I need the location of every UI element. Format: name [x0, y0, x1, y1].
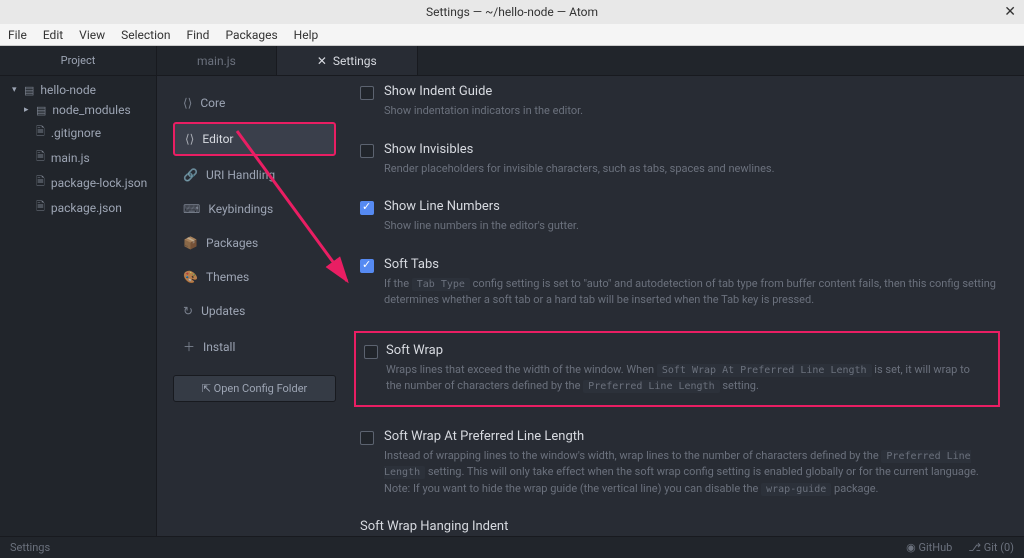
- plus-icon: ＋: [183, 338, 195, 355]
- nav-core[interactable]: ⟨⟩Core: [173, 88, 336, 118]
- project-header: Project: [0, 46, 156, 76]
- menu-file[interactable]: File: [8, 28, 27, 42]
- checkbox[interactable]: [360, 86, 374, 100]
- menu-edit[interactable]: Edit: [43, 28, 63, 42]
- chevron-down-icon: ▾: [12, 85, 20, 95]
- titlebar: Settings — ~/hello-node — Atom ✕: [0, 0, 1024, 24]
- paint-icon: 🎨: [183, 270, 198, 284]
- window-close-icon[interactable]: ✕: [1004, 4, 1016, 20]
- chevron-right-icon: ▸: [24, 105, 32, 115]
- menu-find[interactable]: Find: [187, 28, 210, 42]
- tab-settings[interactable]: ✕ Settings: [277, 46, 418, 75]
- settings-content[interactable]: Show Indent Guide Show indentation indic…: [352, 76, 1024, 536]
- tab-main-js[interactable]: main.js: [157, 46, 277, 75]
- tree-item[interactable]: 🗎 package.json: [0, 195, 156, 220]
- setting-show-indent-guide: Show Indent Guide Show indentation indic…: [360, 84, 1000, 120]
- github-icon: ◉: [906, 541, 918, 554]
- tab-bar: main.js ✕ Settings: [157, 46, 1024, 76]
- nav-updates[interactable]: ↻Updates: [173, 296, 336, 326]
- file-icon: 🗎: [36, 123, 45, 142]
- status-left: Settings: [10, 541, 50, 554]
- window-title: Settings — ~/hello-node — Atom: [426, 5, 598, 19]
- nav-uri-handling[interactable]: 🔗URI Handling: [173, 160, 336, 190]
- statusbar: Settings ◉ GitHub ⎇ Git (0): [0, 536, 1024, 558]
- tree-item[interactable]: ▸ ▤ node_modules: [0, 100, 156, 120]
- menu-view[interactable]: View: [79, 28, 105, 42]
- file-icon: 🗎: [36, 198, 45, 217]
- open-config-folder-button[interactable]: ⇱ Open Config Folder: [173, 375, 336, 402]
- file-icon: 🗎: [36, 148, 45, 167]
- status-git[interactable]: ⎇ Git (0): [968, 541, 1014, 554]
- checkbox[interactable]: [360, 259, 374, 273]
- settings-icon: ✕: [317, 54, 327, 68]
- menu-packages[interactable]: Packages: [225, 28, 277, 42]
- menu-help[interactable]: Help: [294, 28, 319, 42]
- nav-editor[interactable]: ⟨⟩Editor: [173, 122, 336, 156]
- git-branch-icon: ⎇: [968, 541, 983, 554]
- setting-soft-wrap-hanging-indent: Soft Wrap Hanging Indent When soft wrap …: [360, 519, 1000, 536]
- folder-icon: ▤: [24, 84, 34, 97]
- setting-soft-wrap: Soft Wrap Wraps lines that exceed the wi…: [354, 331, 1000, 407]
- package-icon: 📦: [183, 236, 198, 250]
- file-icon: 🗎: [36, 173, 45, 192]
- link-icon: 🔗: [183, 168, 198, 182]
- tree-item[interactable]: 🗎 .gitignore: [0, 120, 156, 145]
- tree-item[interactable]: 🗎 package-lock.json: [0, 170, 156, 195]
- refresh-icon: ↻: [183, 304, 193, 318]
- project-tree: Project ▾ ▤ hello-node ▸ ▤ node_modules …: [0, 46, 157, 536]
- setting-show-line-numbers: Show Line Numbers Show line numbers in t…: [360, 199, 1000, 235]
- nav-install[interactable]: ＋Install: [173, 330, 336, 363]
- keyboard-icon: ⌨: [183, 202, 200, 216]
- nav-keybindings[interactable]: ⌨Keybindings: [173, 194, 336, 224]
- checkbox[interactable]: [360, 201, 374, 215]
- setting-soft-wrap-at-preferred-line-length: Soft Wrap At Preferred Line Length Inste…: [360, 429, 1000, 498]
- folder-icon: ▤: [36, 104, 46, 117]
- settings-nav: ⟨⟩Core ⟨⟩Editor 🔗URI Handling ⌨Keybindin…: [157, 76, 352, 536]
- menu-selection[interactable]: Selection: [121, 28, 170, 42]
- code-icon: ⟨⟩: [185, 132, 194, 146]
- checkbox[interactable]: [364, 345, 378, 359]
- setting-show-invisibles: Show Invisibles Render placeholders for …: [360, 142, 1000, 178]
- code-icon: ⟨⟩: [183, 96, 192, 110]
- menubar: File Edit View Selection Find Packages H…: [0, 24, 1024, 46]
- status-github[interactable]: ◉ GitHub: [906, 541, 952, 554]
- tree-root[interactable]: ▾ ▤ hello-node: [0, 80, 156, 100]
- checkbox[interactable]: [360, 431, 374, 445]
- setting-soft-tabs: Soft Tabs If the Tab Type config setting…: [360, 257, 1000, 309]
- checkbox[interactable]: [360, 144, 374, 158]
- tree-item[interactable]: 🗎 main.js: [0, 145, 156, 170]
- nav-packages[interactable]: 📦Packages: [173, 228, 336, 258]
- nav-themes[interactable]: 🎨Themes: [173, 262, 336, 292]
